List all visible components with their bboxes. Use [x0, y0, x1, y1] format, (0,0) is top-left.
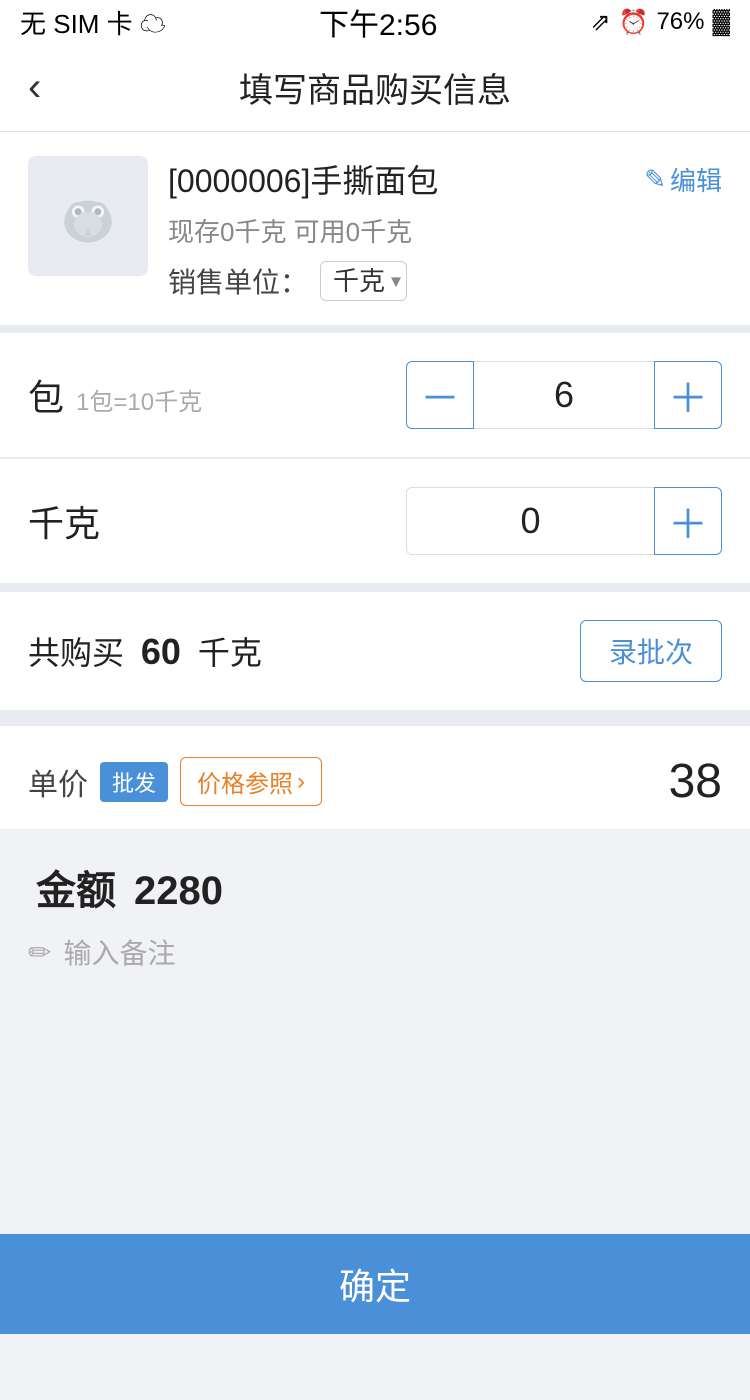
- edit-button[interactable]: ✎ 编辑: [644, 161, 722, 198]
- price-left: 单价 批发 价格参照 ›: [28, 757, 322, 806]
- package-minus-button[interactable]: －: [406, 361, 474, 429]
- package-input-section: 包 1包=10千克 － ＋: [0, 333, 750, 458]
- note-label: 输入备注: [63, 932, 175, 972]
- kg-qty-input[interactable]: [406, 487, 654, 555]
- kg-input-section: 千克 ＋: [0, 459, 750, 584]
- unit-select-wrapper[interactable]: 千克: [320, 261, 407, 301]
- owl-logo: [53, 181, 123, 251]
- summary-prefix: 共购买: [28, 635, 124, 671]
- package-qty-controls: － ＋: [406, 361, 722, 429]
- note-row[interactable]: ✏ 输入备注: [28, 932, 722, 972]
- amount-row: 金额 2280: [28, 858, 722, 916]
- product-image: [28, 156, 148, 276]
- edit-icon: ✎: [644, 164, 666, 195]
- price-value: 38: [669, 754, 722, 809]
- unit-label: 销售单位：: [168, 261, 308, 301]
- back-button[interactable]: ‹: [28, 65, 41, 110]
- kg-label: 千克: [28, 495, 100, 547]
- product-section: [0000006]手撕面包 ✎ 编辑 现存0千克 可用0千克 销售单位： 千克: [0, 132, 750, 333]
- battery-text: 76%: [656, 8, 704, 36]
- status-bar-right: ⇗ ⏰ 76% ▓: [590, 8, 730, 37]
- product-stock: 现存0千克 可用0千克: [168, 212, 722, 249]
- page-title: 填写商品购买信息: [239, 63, 511, 112]
- summary-section: 共购买 60 千克 录批次: [0, 592, 750, 718]
- package-plus-button[interactable]: ＋: [654, 361, 722, 429]
- summary-quantity: 60: [141, 631, 181, 672]
- summary-unit: 千克: [198, 635, 262, 671]
- battery-icon: ▓: [713, 8, 731, 36]
- status-bar-left: 无 SIM 卡 ☁: [20, 4, 166, 41]
- location-icon: ⇗: [590, 8, 610, 37]
- product-info: [0000006]手撕面包 ✎ 编辑 现存0千克 可用0千克 销售单位： 千克: [168, 156, 722, 301]
- status-bar-time: 下午2:56: [319, 0, 437, 44]
- product-name: [0000006]手撕面包: [168, 156, 438, 202]
- amount-section: 金额 2280 ✏ 输入备注: [0, 830, 750, 1000]
- package-sublabel: 1包=10千克: [76, 382, 202, 417]
- confirm-button[interactable]: 确定: [0, 1234, 750, 1334]
- price-label: 单价: [28, 760, 88, 804]
- kg-qty-controls: ＋: [406, 487, 722, 555]
- amount-value: 2280: [134, 869, 223, 913]
- price-section: 单价 批发 价格参照 › 38: [0, 726, 750, 830]
- spacer: [0, 1000, 750, 1400]
- nav-bar: ‹ 填写商品购买信息: [0, 44, 750, 132]
- signal-text: 无 SIM 卡 ☁: [20, 4, 166, 41]
- status-bar: 无 SIM 卡 ☁ 下午2:56 ⇗ ⏰ 76% ▓: [0, 0, 750, 44]
- confirm-label: 确定: [339, 1258, 411, 1310]
- unit-select[interactable]: 千克: [320, 261, 407, 301]
- price-ref-arrow: ›: [297, 768, 305, 796]
- amount-label: 金额: [36, 869, 116, 913]
- summary-text: 共购买 60 千克: [28, 628, 262, 674]
- kg-plus-button[interactable]: ＋: [654, 487, 722, 555]
- pencil-icon: ✏: [28, 936, 51, 969]
- package-label: 包: [28, 369, 64, 421]
- alarm-icon: ⏰: [619, 8, 649, 37]
- batch-button[interactable]: 录批次: [580, 620, 722, 682]
- price-ref-button[interactable]: 价格参照 ›: [180, 757, 322, 806]
- price-tag-button[interactable]: 批发: [100, 762, 168, 802]
- package-qty-input[interactable]: [474, 361, 654, 429]
